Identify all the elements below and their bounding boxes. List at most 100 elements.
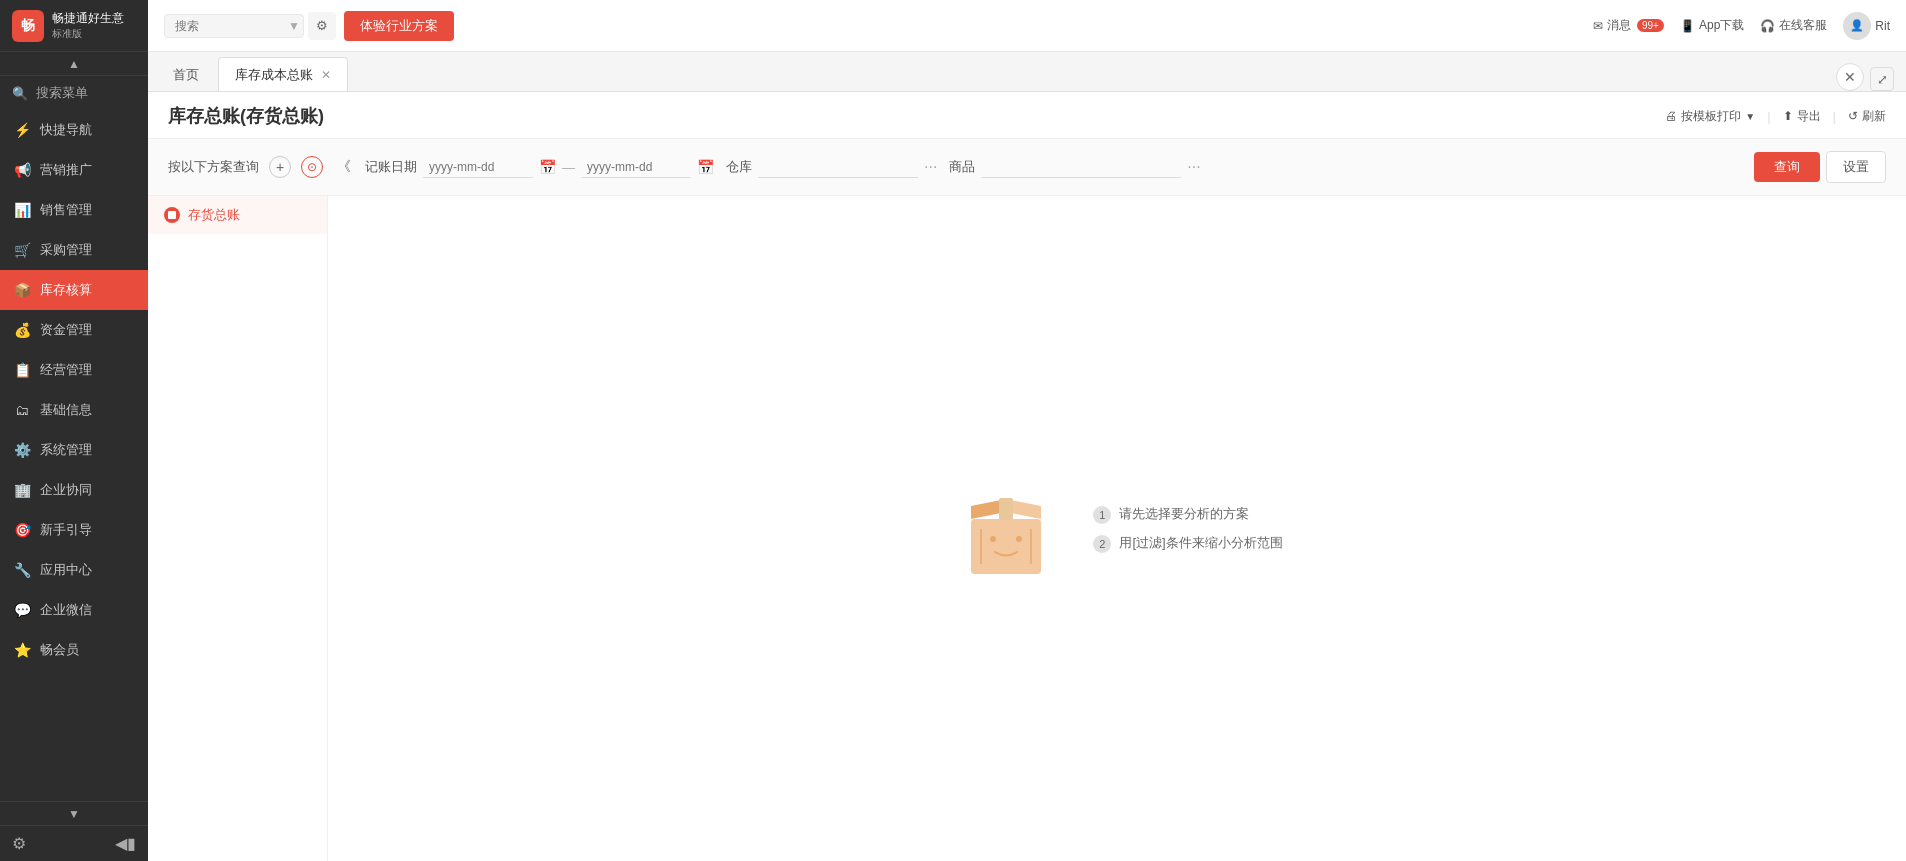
sidebar-bottom: ⚙ ◀▮ bbox=[0, 825, 148, 861]
empty-inner: 1 请先选择要分析的方案 2 用[过滤]条件来缩小分析范围 bbox=[951, 474, 1282, 584]
scheme-dot bbox=[164, 207, 180, 223]
message-badge: 99+ bbox=[1637, 19, 1664, 32]
filter-add-btn[interactable]: + bbox=[269, 156, 291, 178]
scroll-down-btn[interactable]: ▼ bbox=[0, 801, 148, 825]
app-download-action[interactable]: 📱 App下载 bbox=[1680, 17, 1744, 34]
topbar-right: ✉ 消息 99+ 📱 App下载 🎧 在线客服 👤 Rit bbox=[1593, 12, 1890, 40]
empty-tips: 1 请先选择要分析的方案 2 用[过滤]条件来缩小分析范围 bbox=[1093, 505, 1282, 553]
scroll-up-btn[interactable]: ▲ bbox=[0, 52, 148, 76]
export-icon: ⬆ bbox=[1783, 109, 1793, 123]
warehouse-label: 仓库 bbox=[726, 158, 752, 176]
topbar-dropdown-icon[interactable]: ▼ bbox=[288, 19, 300, 33]
filter-top-row: 按以下方案查询 + ⊙ 《 记账日期 📅 — 📅 bbox=[168, 151, 1886, 183]
date-start-icon[interactable]: 📅 bbox=[539, 159, 556, 175]
panel-expand-btn[interactable]: ⤢ bbox=[1870, 67, 1894, 91]
sidebar-item-operation[interactable]: 📋 经营管理 bbox=[0, 350, 148, 390]
filter-collapse-btn[interactable]: 《 bbox=[333, 156, 355, 178]
warehouse-input[interactable] bbox=[758, 157, 918, 178]
warehouse-more-btn[interactable]: ··· bbox=[924, 158, 937, 176]
date-field: 记账日期 📅 — 📅 bbox=[365, 157, 714, 178]
scheme-item-stock-ledger[interactable]: 存货总账 bbox=[148, 196, 327, 234]
refresh-icon: ↺ bbox=[1848, 109, 1858, 123]
marketing-icon: 📢 bbox=[12, 160, 32, 180]
sidebar-item-system[interactable]: ⚙️ 系统管理 bbox=[0, 430, 148, 470]
product-input[interactable] bbox=[981, 157, 1181, 178]
sidebar-item-finance[interactable]: 💰 资金管理 bbox=[0, 310, 148, 350]
sidebar-item-sales[interactable]: 📊 销售管理 bbox=[0, 190, 148, 230]
sidebar-item-basic[interactable]: 🗂 基础信息 bbox=[0, 390, 148, 430]
operation-icon: 📋 bbox=[12, 360, 32, 380]
refresh-btn[interactable]: ↺ 刷新 bbox=[1848, 108, 1886, 125]
topbar-gear-btn[interactable]: ⚙ bbox=[308, 12, 336, 40]
logo-icon: 畅 bbox=[12, 10, 44, 42]
sales-icon: 📊 bbox=[12, 200, 32, 220]
search-menu-item[interactable]: 🔍 搜索菜单 bbox=[0, 76, 148, 110]
sidebar-item-quick-nav[interactable]: ⚡ 快捷导航 bbox=[0, 110, 148, 150]
sidebar-item-marketing[interactable]: 📢 营销推广 bbox=[0, 150, 148, 190]
sidebar-item-wechat[interactable]: 💬 企业微信 bbox=[0, 590, 148, 630]
tab-close-btn[interactable]: ✕ bbox=[321, 68, 331, 82]
filter-fields: 记账日期 📅 — 📅 仓库 ··· bbox=[365, 151, 1886, 183]
export-btn[interactable]: ⬆ 导出 bbox=[1783, 108, 1821, 125]
page-panel: 库存总账(存货总账) 🖨 按模板打印 ▼ | ⬆ 导出 | ↺ bbox=[148, 92, 1906, 861]
tip-2-num: 2 bbox=[1093, 535, 1111, 553]
page-header: 库存总账(存货总账) 🖨 按模板打印 ▼ | ⬆ 导出 | ↺ bbox=[148, 92, 1906, 139]
empty-illustration bbox=[951, 474, 1061, 584]
inventory-icon: 📦 bbox=[12, 280, 32, 300]
apps-icon: 🔧 bbox=[12, 560, 32, 580]
system-icon: ⚙️ bbox=[12, 440, 32, 460]
sound-icon[interactable]: ◀▮ bbox=[115, 834, 136, 853]
industry-btn[interactable]: 体验行业方案 bbox=[344, 11, 454, 41]
sidebar-item-purchase[interactable]: 🛒 采购管理 bbox=[0, 230, 148, 270]
search-btn[interactable]: 查询 bbox=[1754, 152, 1820, 182]
date-end-icon[interactable]: 📅 bbox=[697, 159, 714, 175]
message-action[interactable]: ✉ 消息 99+ bbox=[1593, 17, 1664, 34]
wechat-icon: 💬 bbox=[12, 600, 32, 620]
finance-icon: 💰 bbox=[12, 320, 32, 340]
online-service-action[interactable]: 🎧 在线客服 bbox=[1760, 17, 1827, 34]
avatar: 👤 bbox=[1843, 12, 1871, 40]
tip-1-num: 1 bbox=[1093, 506, 1111, 524]
tab-inventory-ledger[interactable]: 库存成本总账 ✕ bbox=[218, 57, 348, 91]
sidebar-item-enterprise[interactable]: 🏢 企业协同 bbox=[0, 470, 148, 510]
tabbar: 首页 库存成本总账 ✕ ✕ ⤢ bbox=[148, 52, 1906, 92]
user-info[interactable]: 👤 Rit bbox=[1843, 12, 1890, 40]
product-label: 商品 bbox=[949, 158, 975, 176]
search-icon: 🔍 bbox=[12, 86, 28, 101]
content-area: 库存总账(存货总账) 🖨 按模板打印 ▼ | ⬆ 导出 | ↺ bbox=[148, 92, 1906, 861]
empty-tip-1: 1 请先选择要分析的方案 bbox=[1093, 505, 1282, 524]
phone-icon: 📱 bbox=[1680, 19, 1695, 33]
logo-text: 畅捷通好生意 标准版 bbox=[52, 11, 124, 40]
sidebar-item-apps[interactable]: 🔧 应用中心 bbox=[0, 550, 148, 590]
date-label: 记账日期 bbox=[365, 158, 417, 176]
sidebar-item-member[interactable]: ⭐ 畅会员 bbox=[0, 630, 148, 670]
filter-actions-right: 查询 设置 bbox=[1746, 151, 1886, 183]
print-icon: 🖨 bbox=[1665, 109, 1677, 123]
svg-point-3 bbox=[990, 536, 996, 542]
filter-scheme-btn[interactable]: ⊙ bbox=[301, 156, 323, 178]
date-end-input[interactable] bbox=[581, 157, 691, 178]
product-more-btn[interactable]: ··· bbox=[1187, 158, 1200, 176]
sidebar-item-guide[interactable]: 🎯 新手引导 bbox=[0, 510, 148, 550]
message-icon: ✉ bbox=[1593, 19, 1603, 33]
sidebar: 畅 畅捷通好生意 标准版 ▲ 🔍 搜索菜单 ⚡ 快捷导航 📢 营销推广 📊 销售… bbox=[0, 0, 148, 861]
panel-close-btn[interactable]: ✕ bbox=[1836, 63, 1864, 91]
product-field: 商品 ··· bbox=[949, 157, 1200, 178]
sidebar-nav: ⚡ 快捷导航 📢 营销推广 📊 销售管理 🛒 采购管理 📦 库存核算 💰 资金管… bbox=[0, 110, 148, 801]
topbar-search-input[interactable] bbox=[164, 14, 304, 38]
settings-bottom-icon[interactable]: ⚙ bbox=[12, 834, 26, 853]
tip-2-text: 用[过滤]条件来缩小分析范围 bbox=[1119, 534, 1282, 552]
tab-home[interactable]: 首页 bbox=[156, 57, 216, 91]
sidebar-item-inventory[interactable]: 📦 库存核算 bbox=[0, 270, 148, 310]
page-title: 库存总账(存货总账) bbox=[168, 104, 324, 128]
app-logo: 畅 畅捷通好生意 标准版 bbox=[0, 0, 148, 52]
print-template-btn[interactable]: 🖨 按模板打印 ▼ bbox=[1665, 108, 1755, 125]
topbar-left: ▼ ⚙ 体验行业方案 bbox=[164, 11, 454, 41]
date-start-input[interactable] bbox=[423, 157, 533, 178]
svg-rect-0 bbox=[168, 211, 176, 219]
settings-btn[interactable]: 设置 bbox=[1826, 151, 1886, 183]
filter-label: 按以下方案查询 bbox=[168, 158, 259, 176]
quick-nav-icon: ⚡ bbox=[12, 120, 32, 140]
topbar-search-area: ▼ bbox=[164, 14, 300, 38]
tip-1-text: 请先选择要分析的方案 bbox=[1119, 505, 1249, 523]
